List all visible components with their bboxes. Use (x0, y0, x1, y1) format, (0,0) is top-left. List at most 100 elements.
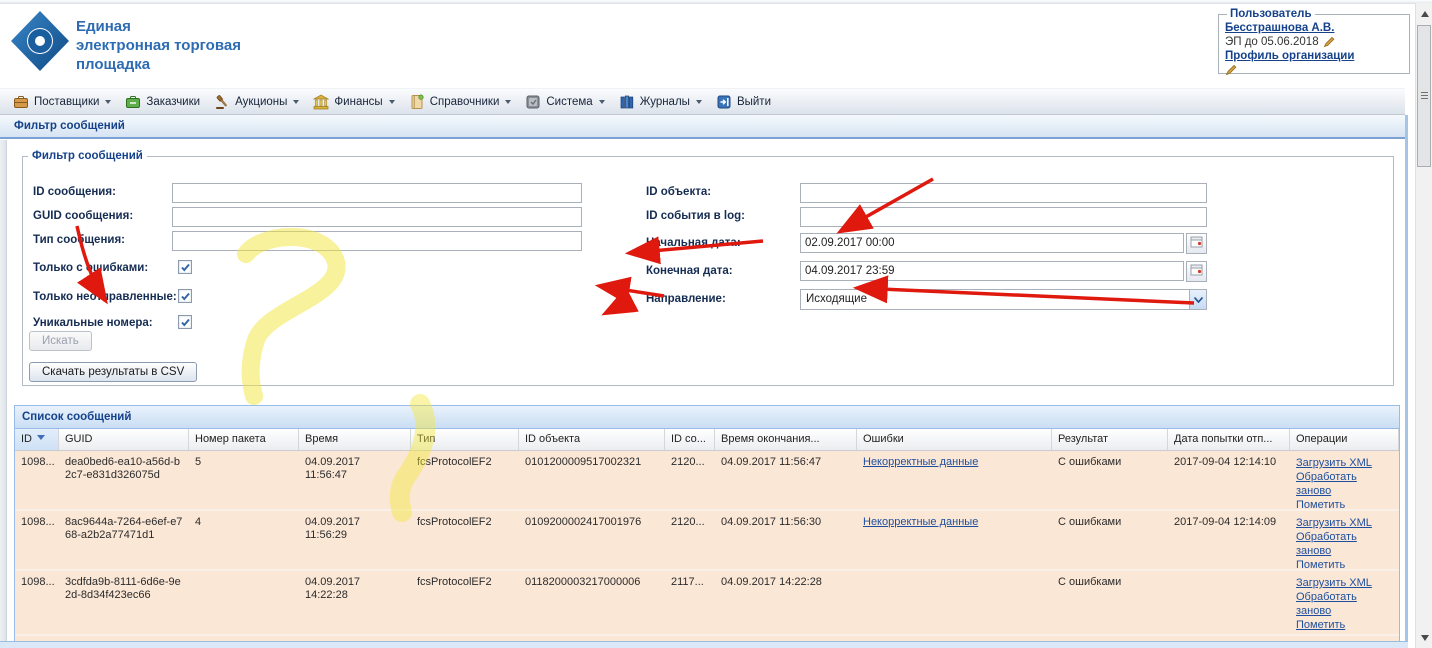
operation-link[interactable]: Обработать заново (1296, 531, 1357, 557)
column-header-0[interactable]: ID (15, 429, 59, 450)
download-csv-button[interactable]: Скачать результаты в CSV (29, 362, 198, 382)
scrollbar-grip-icon (1421, 92, 1428, 99)
menu-item-7[interactable]: Выйти (711, 91, 780, 113)
message-type-input[interactable] (172, 231, 582, 251)
menu-item-5[interactable]: Система (520, 91, 613, 113)
operation-link[interactable]: Пометить ошибочным (1296, 499, 1357, 509)
vertical-scrollbar[interactable] (1415, 3, 1432, 648)
menu-item-6[interactable]: Журналы (614, 91, 711, 113)
end-date-input[interactable] (800, 261, 1184, 281)
cell-packet: 5 (195, 456, 202, 468)
cell-errors: Некорректные данные (857, 451, 1052, 509)
select-trigger-icon[interactable] (1189, 290, 1206, 309)
column-header-2[interactable]: Номер пакета (189, 429, 299, 450)
scrollbar-down-button[interactable] (1416, 629, 1432, 646)
message-id-input[interactable] (172, 183, 582, 203)
object-id-input[interactable] (800, 183, 1207, 203)
user-name-link[interactable]: Бесстрашнова А.В. (1225, 21, 1403, 35)
start-date-calendar-button[interactable] (1186, 233, 1207, 254)
message-guid-input[interactable] (172, 207, 582, 227)
column-header-label: ID объекта (525, 433, 581, 445)
org-profile-link[interactable]: Профиль организации (1225, 49, 1403, 63)
menu-item-2[interactable]: Аукционы (209, 91, 308, 113)
chevron-down-icon (695, 99, 702, 104)
only-unsent-checkbox[interactable] (178, 289, 192, 303)
content-right-border (1405, 115, 1408, 642)
direction-select[interactable]: Исходящие (800, 289, 1207, 310)
operation-link[interactable]: Пометить ошибочным (1296, 619, 1357, 634)
menu-item-4[interactable]: Справочники (404, 91, 521, 113)
column-header-4[interactable]: Тип (411, 429, 519, 450)
column-header-label: GUID (65, 433, 93, 445)
column-header-8[interactable]: Ошибки (857, 429, 1052, 450)
menu-item-1[interactable]: Заказчики (120, 91, 209, 113)
menu-item-0[interactable]: Поставщики (8, 91, 120, 113)
cell-event-id: 2120... (671, 516, 705, 528)
cell-object-id: 0109200002417001976 (525, 516, 642, 528)
cell-errors: Некорректные данные (857, 511, 1052, 569)
only-errors-checkbox[interactable] (178, 260, 192, 274)
column-header-7[interactable]: Время окончания... (715, 429, 857, 450)
log-event-id-input[interactable] (800, 207, 1207, 227)
only-errors-label: Только с ошибками: (33, 262, 149, 274)
end-date-calendar-button[interactable] (1186, 261, 1207, 282)
page-title: Фильтр сообщений (0, 115, 1405, 139)
end-date-label: Конечная дата: (646, 265, 733, 277)
search-button[interactable]: Искать (29, 331, 92, 351)
unique-numbers-checkbox[interactable] (178, 315, 192, 329)
cell-guid: dea0bed6-ea10-a56d-b2c7-e831d326075d (65, 456, 180, 481)
cell-result: С ошибками (1058, 516, 1122, 528)
column-header-5[interactable]: ID объекта (519, 429, 665, 450)
start-date-input[interactable] (800, 233, 1184, 253)
menu-item-label: Журналы (639, 95, 690, 108)
exit-door-icon (716, 94, 732, 110)
cell-id: 1098... (21, 516, 55, 528)
scrollbar-up-button[interactable] (1416, 5, 1432, 22)
table-row[interactable]: 1098... dea0bed6-ea10-a56d-b2c7-e831d3260… (15, 451, 1399, 511)
edit-pen-icon[interactable] (1323, 36, 1335, 48)
column-header-label: ID со... (671, 433, 706, 445)
cell-event-id: 2117... (671, 576, 704, 588)
message-id-label: ID сообщения: (33, 186, 116, 198)
operation-link[interactable]: Пометить ошибочным (1296, 559, 1357, 569)
cell-id: 1098... (21, 576, 55, 588)
chevron-down-icon (598, 99, 605, 104)
top-edge-strip (0, 0, 1432, 4)
cell-time: 04.09.2017 11:56:47 (305, 456, 361, 481)
column-header-6[interactable]: ID со... (665, 429, 715, 450)
cell-end-time: 04.09.2017 14:22:28 (721, 576, 822, 588)
menu-item-label: Система (546, 95, 593, 108)
operation-link[interactable]: Обработать заново (1296, 471, 1357, 497)
column-header-label: Номер пакета (195, 433, 266, 445)
customers-briefcase-icon (125, 94, 141, 110)
column-header-label: ID (21, 433, 32, 445)
cell-attempt: 2017-09-04 12:14:10 (1174, 456, 1277, 468)
user-panel-legend: Пользователь (1230, 8, 1312, 20)
operation-link[interactable]: Обработать заново (1296, 591, 1357, 617)
column-header-3[interactable]: Время (299, 429, 411, 450)
cell-event-id: 2120... (671, 456, 705, 468)
operation-link[interactable]: Загрузить XML (1296, 517, 1372, 529)
column-header-10[interactable]: Дата попытки отп... (1168, 429, 1290, 450)
table-row[interactable]: 1098... 3cdfda9b-8111-6d6e-9e2d-8d34f423e… (15, 571, 1399, 636)
column-header-1[interactable]: GUID (59, 429, 189, 450)
cell-end-time: 04.09.2017 11:56:30 (721, 516, 822, 528)
scrollbar-thumb[interactable] (1417, 25, 1431, 167)
filter-legend: Фильтр сообщений (32, 150, 143, 162)
error-details-link[interactable]: Некорректные данные (863, 516, 978, 528)
logo-icon[interactable] (10, 10, 70, 72)
logo-title-line: Единая (76, 18, 131, 35)
chevron-down-icon (388, 99, 395, 104)
operation-link[interactable]: Загрузить XML (1296, 577, 1372, 589)
edit-pen-icon[interactable] (1225, 64, 1237, 76)
column-header-9[interactable]: Результат (1052, 429, 1168, 450)
menu-item-label: Выйти (736, 95, 771, 108)
operation-link[interactable]: Загрузить XML (1296, 457, 1372, 469)
direction-value: Исходящие (806, 293, 867, 305)
menu-item-3[interactable]: Финансы (308, 91, 403, 113)
scroll-up-icon (1420, 10, 1429, 17)
column-header-11[interactable]: Операции (1290, 429, 1399, 450)
table-row[interactable]: 1098... 8ac9644a-7264-e6ef-e768-a2b2a7747… (15, 511, 1399, 571)
error-details-link[interactable]: Некорректные данные (863, 456, 978, 468)
chevron-down-icon (505, 99, 512, 104)
